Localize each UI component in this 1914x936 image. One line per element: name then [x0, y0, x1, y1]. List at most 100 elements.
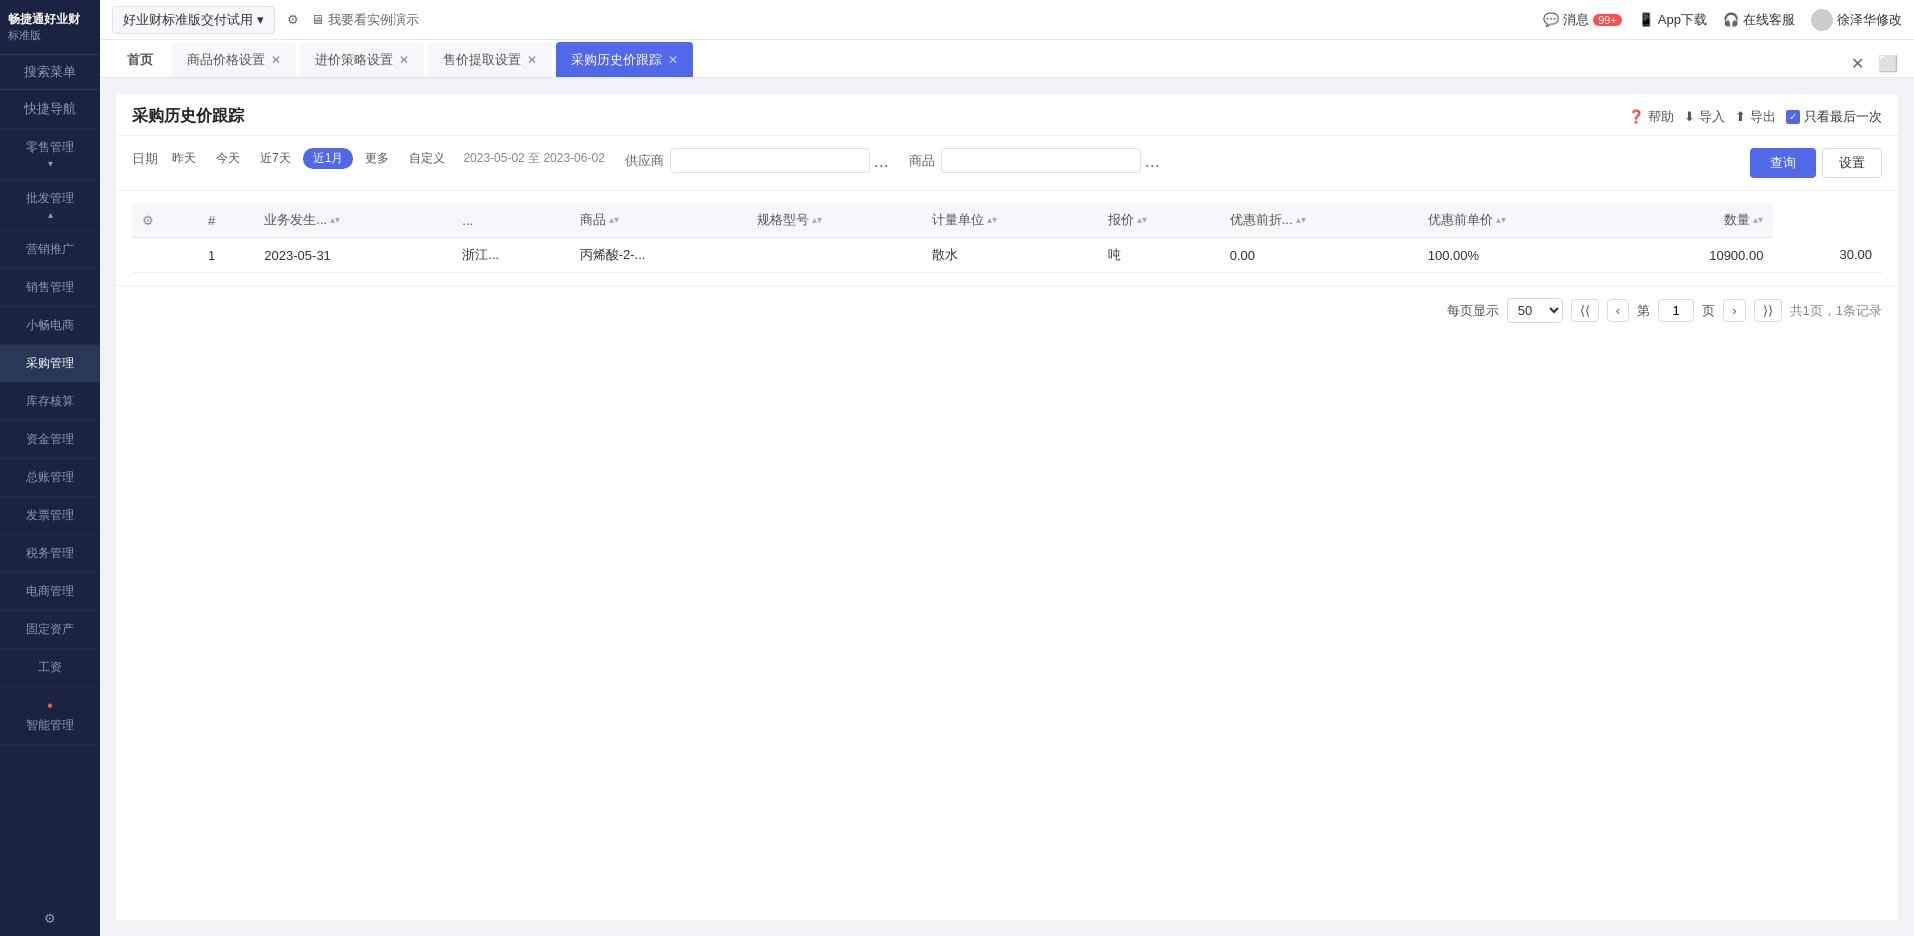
topbar-settings-button[interactable]: ⚙	[283, 8, 303, 31]
tab-strategy[interactable]: 进价策略设置 ✕	[300, 42, 424, 77]
date-range-text: 2023-05-02 至 2023-06-02	[463, 150, 604, 167]
page-size-select[interactable]: 50 20 100	[1507, 298, 1563, 323]
date-option-more[interactable]: 更多	[357, 148, 397, 169]
page-next-button[interactable]: ›	[1723, 299, 1745, 322]
tab-expand-icon[interactable]: ⬜	[1874, 50, 1902, 77]
gear-icon: ⚙	[142, 213, 154, 228]
page-size-label: 每页显示	[1447, 302, 1499, 320]
demo-button[interactable]: 🖥 我要看实例演示	[311, 11, 419, 29]
sort-icon: ▴▾	[1496, 216, 1506, 224]
column-num[interactable]: #	[198, 203, 254, 238]
sidebar-item-sales[interactable]: 销售管理	[0, 269, 100, 307]
sidebar-item-smart[interactable]: • 智能管理	[0, 687, 100, 745]
sort-icon: ▴▾	[987, 216, 997, 224]
page-first-button[interactable]: ⟨⟨	[1571, 299, 1599, 322]
sidebar-item-invoice[interactable]: 发票管理	[0, 497, 100, 535]
page-title: 采购历史价跟踪	[132, 106, 244, 127]
tab-price-close[interactable]: ✕	[271, 53, 281, 67]
column-gear[interactable]: ⚙	[132, 203, 198, 238]
only-last-checkbox[interactable]: ✓ 只看最后一次	[1786, 108, 1882, 126]
main-area: 好业财标准版交付试用 ▾ ⚙ 🖥 我要看实例演示 💬 消息 99+ 📱 App下…	[100, 0, 1914, 936]
tab-minimize-icon[interactable]: ✕	[1847, 50, 1868, 77]
date-option-today[interactable]: 今天	[208, 148, 248, 169]
sidebar-item-ecommerce-sm[interactable]: 小畅电商	[0, 307, 100, 345]
tab-price[interactable]: 商品价格设置 ✕	[172, 42, 296, 77]
cell-goods: 丙烯酸-2-...	[570, 238, 747, 273]
sidebar-settings[interactable]: ⚙	[0, 901, 100, 936]
sidebar-item-quicknav[interactable]: 快捷导航	[0, 90, 100, 129]
app-download-button[interactable]: 📱 App下载	[1638, 11, 1707, 29]
date-filter-label: 日期	[132, 150, 158, 168]
date-option-7days[interactable]: 近7天	[252, 148, 299, 169]
topbar: 好业财标准版交付试用 ▾ ⚙ 🖥 我要看实例演示 💬 消息 99+ 📱 App下…	[100, 0, 1914, 40]
date-option-yesterday[interactable]: 昨天	[164, 148, 204, 169]
goods-ellipsis-button[interactable]: ...	[1145, 152, 1160, 170]
query-button[interactable]: 查询	[1750, 148, 1816, 178]
sidebar-search[interactable]: 搜索菜单	[0, 55, 100, 90]
tab-home[interactable]: 首页	[112, 42, 168, 77]
user-menu[interactable]: 徐泽华修改	[1811, 9, 1902, 31]
column-quantity[interactable]: 数量▴▾	[1620, 203, 1773, 238]
cell-gear	[132, 238, 198, 273]
chevron-down-icon: ▾	[257, 12, 264, 27]
cell-supplier: 浙江...	[452, 238, 569, 273]
page-label: 第	[1637, 302, 1650, 320]
supplier-ellipsis-button[interactable]: ...	[874, 152, 889, 170]
online-service-button[interactable]: 🎧 在线客服	[1723, 11, 1795, 29]
tab-sale-close[interactable]: ✕	[527, 53, 537, 67]
filter-settings-button[interactable]: 设置	[1822, 148, 1882, 178]
sidebar-item-assets[interactable]: 固定资产	[0, 611, 100, 649]
tab-right-controls: ✕ ⬜	[1847, 50, 1902, 77]
column-unit[interactable]: 计量单位▴▾	[922, 203, 1098, 238]
column-quote[interactable]: 报价▴▾	[1098, 203, 1220, 238]
import-button[interactable]: ⬇ 导入	[1684, 108, 1725, 126]
supplier-input[interactable]	[670, 148, 870, 173]
column-goods[interactable]: 商品▴▾	[570, 203, 747, 238]
sidebar-item-finance[interactable]: 资金管理	[0, 421, 100, 459]
column-bizdate[interactable]: 业务发生...▴▾	[254, 203, 452, 238]
gear-icon: ⚙	[287, 12, 299, 27]
page-last-button[interactable]: ⟩⟩	[1754, 299, 1782, 322]
sort-icon: ▴▾	[1137, 216, 1147, 224]
date-option-1month[interactable]: 近1月	[303, 148, 354, 169]
version-label: 好业财标准版交付试用	[123, 11, 253, 29]
app-logo-sub: 标准版	[8, 28, 80, 43]
checkbox-checked-icon: ✓	[1786, 110, 1800, 124]
sidebar-item-purchase[interactable]: 采购管理	[0, 345, 100, 383]
sidebar-item-wholesale[interactable]: 批发管理 ▴	[0, 180, 100, 231]
data-table: ⚙ # 业务发生...▴▾ ... 商品▴▾	[132, 203, 1882, 273]
page-header: 采购历史价跟踪 ❓ 帮助 ⬇ 导入 ⬆ 导出 ✓	[116, 94, 1898, 136]
sidebar-item-ledger[interactable]: 总账管理	[0, 459, 100, 497]
monitor-icon: 🖥	[311, 12, 324, 27]
tab-history[interactable]: 采购历史价跟踪 ✕	[556, 42, 693, 77]
sidebar-item-salary[interactable]: 工资	[0, 649, 100, 687]
column-spec[interactable]: 规格型号▴▾	[747, 203, 923, 238]
version-selector[interactable]: 好业财标准版交付试用 ▾	[112, 6, 275, 34]
message-button[interactable]: 💬 消息 99+	[1543, 11, 1622, 29]
tab-sale[interactable]: 售价提取设置 ✕	[428, 42, 552, 77]
page-number-input[interactable]	[1658, 299, 1694, 322]
phone-icon: 📱	[1638, 12, 1654, 27]
date-options: 昨天 今天 近7天 近1月 更多 自定义	[164, 148, 453, 169]
supplier-filter-label: 供应商	[625, 152, 664, 170]
sidebar-item-marketing[interactable]: 营销推广	[0, 231, 100, 269]
goods-input[interactable]	[941, 148, 1141, 173]
column-price-before[interactable]: 优惠前单价▴▾	[1418, 203, 1620, 238]
page-prev-button[interactable]: ‹	[1607, 299, 1629, 322]
column-discount[interactable]: 优惠前折...▴▾	[1220, 203, 1418, 238]
cell-spec	[747, 238, 923, 273]
export-button[interactable]: ⬆ 导出	[1735, 108, 1776, 126]
tab-history-close[interactable]: ✕	[668, 53, 678, 67]
date-option-custom[interactable]: 自定义	[401, 148, 453, 169]
sort-icon: ▴▾	[609, 216, 619, 224]
goods-filter-group: 商品 ...	[909, 148, 1160, 173]
sidebar-item-tax[interactable]: 税务管理	[0, 535, 100, 573]
sidebar-item-ecommerce[interactable]: 电商管理	[0, 573, 100, 611]
supplier-input-wrap: ...	[670, 148, 889, 173]
sidebar-item-retail[interactable]: 零售管理 ▾	[0, 129, 100, 180]
column-more[interactable]: ...	[452, 203, 569, 238]
sidebar-item-inventory[interactable]: 库存核算	[0, 383, 100, 421]
sort-icon: ▴▾	[1753, 216, 1763, 224]
tab-strategy-close[interactable]: ✕	[399, 53, 409, 67]
help-button[interactable]: ❓ 帮助	[1628, 108, 1674, 126]
